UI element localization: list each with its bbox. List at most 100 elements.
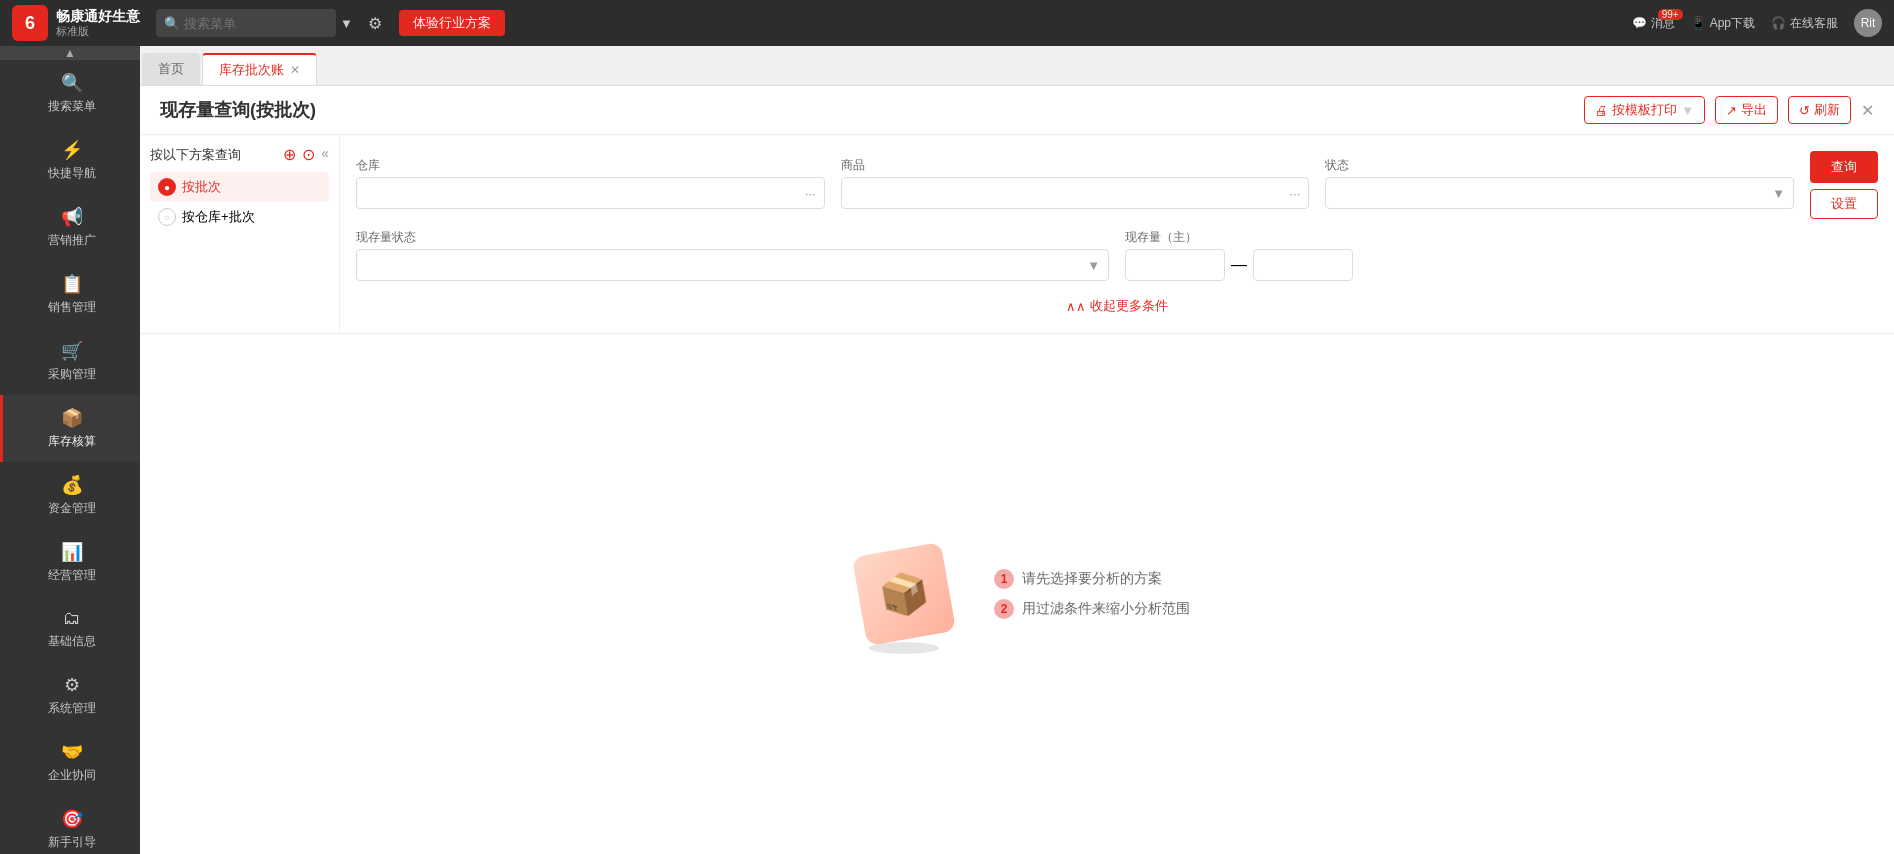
sidebar-scroll-up[interactable]: ▲ [0, 46, 140, 60]
filter-row-1: 仓库 ··· 商品 ··· 状态 [356, 147, 1878, 219]
product-text-input[interactable] [850, 186, 1290, 201]
scheme-active-icon: ● [158, 178, 176, 196]
sidebar-item-enterprise[interactable]: 🤝 企业协同 [0, 729, 140, 796]
range-separator: — [1231, 256, 1247, 274]
stock-qty-field: 现存量（主） — [1125, 229, 1878, 281]
sidebar-item-operation[interactable]: 📊 经营管理 [0, 529, 140, 596]
status-input[interactable] [1334, 186, 1772, 201]
message-badge: 99+ [1658, 9, 1683, 20]
product-field: 商品 ··· [841, 157, 1310, 209]
warehouse-text-input[interactable] [365, 186, 805, 201]
print-icon: 🖨 [1595, 103, 1608, 118]
scheme-inactive-icon: ○ [158, 208, 176, 226]
finance-icon: 💰 [61, 474, 83, 496]
scheme-actions: ⊕ ⊙ « [283, 145, 329, 164]
status-select[interactable]: ▼ [1325, 177, 1794, 209]
page-close-icon[interactable]: ✕ [1861, 101, 1874, 120]
stock-status-field: 现存量状态 ▼ [356, 229, 1109, 281]
sidebar-item-finance[interactable]: 💰 资金管理 [0, 462, 140, 529]
export-icon: ↗ [1726, 103, 1737, 118]
tab-close-icon[interactable]: ✕ [290, 63, 300, 77]
filter-row-2: 现存量状态 ▼ 现存量（主） — [356, 229, 1878, 281]
page-title: 现存量查询(按批次) [160, 98, 316, 122]
collapse-icon: ∧∧ [1066, 299, 1086, 314]
enterprise-icon: 🤝 [61, 741, 83, 763]
product-label: 商品 [841, 157, 1310, 174]
tip-num-2: 2 [994, 599, 1014, 619]
settings-button[interactable]: 设置 [1810, 189, 1878, 219]
empty-icon-shadow [869, 642, 939, 654]
add-scheme-button[interactable]: ⊕ [283, 145, 296, 164]
app-logo: 6 [12, 5, 48, 41]
experience-button[interactable]: 体验行业方案 [399, 10, 505, 36]
product-more-icon[interactable]: ··· [1290, 186, 1301, 201]
topbar-right: 💬 消息 99+ 📱 App下载 🎧 在线客服 Rit [1632, 9, 1882, 37]
main-layout: ▲ 🔍 搜索菜单 ⚡ 快捷导航 📢 营销推广 📋 销售管理 🛒 采购管理 📦 库… [0, 46, 1894, 854]
sidebar-item-marketing[interactable]: 📢 营销推广 [0, 194, 140, 261]
tab-bar: 首页 库存批次账 ✕ [140, 46, 1894, 86]
inventory-icon: 📦 [61, 407, 83, 429]
status-field: 状态 ▼ [1325, 157, 1794, 209]
scheme-panel-header: 按以下方案查询 ⊕ ⊙ « [150, 145, 329, 164]
print-dropdown-icon[interactable]: ▼ [1681, 103, 1694, 118]
sidebar-item-sales[interactable]: 📋 销售管理 [0, 261, 140, 328]
stock-status-caret-icon: ▼ [1087, 258, 1100, 273]
query-button[interactable]: 查询 [1810, 151, 1878, 183]
app-download-button[interactable]: 📱 App下载 [1691, 15, 1755, 32]
scheme-item-warehouse-batch[interactable]: ○ 按仓库+批次 [150, 202, 329, 232]
sidebar-item-system[interactable]: ⚙ 系统管理 [0, 662, 140, 729]
refresh-button[interactable]: ↺ 刷新 [1788, 96, 1851, 124]
print-button[interactable]: 🖨 按模板打印 ▼ [1584, 96, 1705, 124]
sidebar-item-search[interactable]: 🔍 搜索菜单 [0, 60, 140, 127]
empty-illustration: 📦 [844, 534, 964, 654]
filter-form: 仓库 ··· 商品 ··· 状态 [340, 135, 1894, 333]
collapse-conditions-button[interactable]: ∧∧ 收起更多条件 [356, 291, 1878, 321]
sidebar-item-guide[interactable]: 🎯 新手引导 [0, 796, 140, 854]
content-area: 首页 库存批次账 ✕ 现存量查询(按批次) 🖨 按模板打印 ▼ ↗ 导出 [140, 46, 1894, 854]
brand: 畅康通好生意 标准版 [56, 8, 140, 38]
search-icon: 🔍 [164, 16, 180, 31]
stock-status-label: 现存量状态 [356, 229, 1109, 246]
empty-tip-1: 1 请先选择要分析的方案 [994, 569, 1190, 589]
refresh-icon: ↺ [1799, 103, 1810, 118]
stock-qty-from-input[interactable] [1125, 249, 1225, 281]
page-header: 现存量查询(按批次) 🖨 按模板打印 ▼ ↗ 导出 ↺ 刷新 ✕ [140, 86, 1894, 135]
page-actions: 🖨 按模板打印 ▼ ↗ 导出 ↺ 刷新 ✕ [1584, 96, 1874, 124]
filter-actions: 查询 设置 [1810, 147, 1878, 219]
sales-icon: 📋 [61, 273, 83, 295]
tab-inventory-batch[interactable]: 库存批次账 ✕ [202, 53, 317, 85]
message-icon: 💬 [1632, 16, 1647, 30]
guide-icon: 🎯 [61, 808, 83, 830]
stock-status-input[interactable] [365, 258, 1087, 273]
search-input[interactable] [184, 16, 304, 31]
tip-num-1: 1 [994, 569, 1014, 589]
operation-icon: 📊 [61, 541, 83, 563]
stock-qty-to-input[interactable] [1253, 249, 1353, 281]
service-icon: 🎧 [1771, 16, 1786, 30]
warehouse-more-icon[interactable]: ··· [805, 186, 816, 201]
search-bar[interactable]: 🔍 [156, 9, 336, 37]
user-avatar-button[interactable]: Rit [1854, 9, 1882, 37]
stock-status-select[interactable]: ▼ [356, 249, 1109, 281]
scheme-settings-icon[interactable]: ⊙ [302, 145, 315, 164]
warehouse-field: 仓库 ··· [356, 157, 825, 209]
warehouse-label: 仓库 [356, 157, 825, 174]
sidebar-item-inventory[interactable]: 📦 库存核算 [0, 395, 140, 462]
sidebar-item-basic[interactable]: 🗂 基础信息 [0, 596, 140, 662]
search-dropdown-icon[interactable]: ▼ [340, 16, 353, 31]
export-button[interactable]: ↗ 导出 [1715, 96, 1778, 124]
sidebar-item-shortcut[interactable]: ⚡ 快捷导航 [0, 127, 140, 194]
system-icon: ⚙ [64, 674, 80, 696]
scheme-collapse-button[interactable]: « [321, 145, 329, 164]
topbar: 6 畅康通好生意 标准版 🔍 ▼ ⚙ 体验行业方案 💬 消息 99+ 📱 App… [0, 0, 1894, 46]
purchase-icon: 🛒 [61, 340, 83, 362]
messages-button[interactable]: 💬 消息 99+ [1632, 15, 1675, 32]
empty-tip-2: 2 用过滤条件来缩小分析范围 [994, 599, 1190, 619]
product-input[interactable]: ··· [841, 177, 1310, 209]
sidebar-item-purchase[interactable]: 🛒 采购管理 [0, 328, 140, 395]
scheme-item-batch[interactable]: ● 按批次 [150, 172, 329, 202]
tab-home[interactable]: 首页 [142, 53, 200, 85]
warehouse-input[interactable]: ··· [356, 177, 825, 209]
settings-icon[interactable]: ⚙ [361, 9, 389, 37]
online-service-button[interactable]: 🎧 在线客服 [1771, 15, 1838, 32]
